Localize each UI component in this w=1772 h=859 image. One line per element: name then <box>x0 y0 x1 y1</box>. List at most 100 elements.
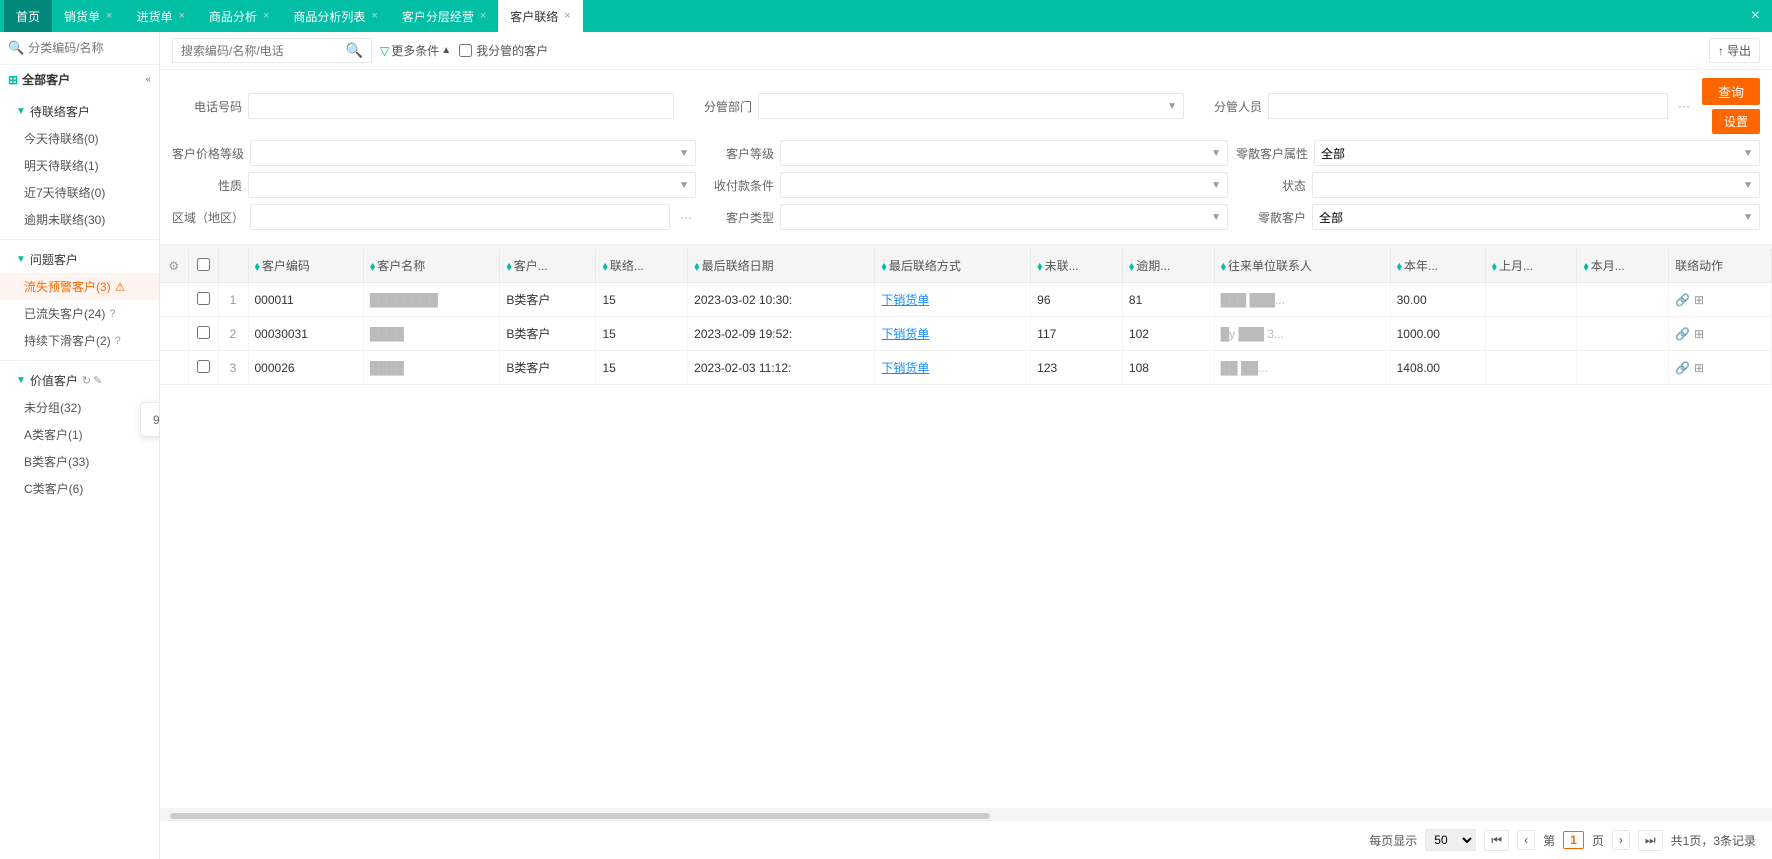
close-icon[interactable]: × <box>263 10 269 22</box>
col-last-month[interactable]: ⬧上月... <box>1485 249 1577 283</box>
filter-status-select[interactable]: ▼ <box>1312 172 1760 198</box>
row-checkbox[interactable] <box>197 326 210 339</box>
col-code[interactable]: ⬧客户编码 <box>248 249 363 283</box>
filter-scatter-attr-select[interactable]: 全部 ▼ <box>1314 140 1760 166</box>
action-link-icon[interactable]: 🔗 <box>1675 327 1690 341</box>
more-dots-icon[interactable]: ··· <box>676 210 696 224</box>
row-last-contact-way[interactable]: 下销货单 <box>875 283 1031 317</box>
more-dots-icon[interactable]: ··· <box>1674 99 1694 113</box>
filter-customer-type-select[interactable]: ▼ <box>780 204 1228 230</box>
sidebar-item-c-class[interactable]: C类客户(6) <box>0 475 159 502</box>
sidebar-item-7days[interactable]: 近7天待联络(0) <box>0 179 159 206</box>
col-overdue[interactable]: ⬧逾期... <box>1122 249 1214 283</box>
sidebar-group-pending[interactable]: ▼ 待联络客户 <box>0 98 159 125</box>
refresh-icon[interactable]: ↻ <box>82 374 91 387</box>
sidebar-group-problem[interactable]: ▼ 问题客户 <box>0 246 159 273</box>
last-contact-way-link[interactable]: 下销货单 <box>881 361 929 375</box>
close-icon[interactable]: × <box>564 10 570 22</box>
scroll-bar-thumb[interactable] <box>170 813 990 819</box>
row-overdue: 81 <box>1122 283 1214 317</box>
action-link-icon[interactable]: 🔗 <box>1675 361 1690 375</box>
select-all-checkbox[interactable] <box>197 258 210 271</box>
col-name[interactable]: ⬧客户名称 <box>363 249 500 283</box>
filter-dept-select[interactable]: ▼ <box>758 93 1184 119</box>
search-button[interactable]: 🔍 <box>346 42 363 59</box>
sidebar-root[interactable]: ⊞ 全部客户 « <box>0 65 159 94</box>
filter-region-select[interactable] <box>250 204 670 230</box>
sidebar-item-churned[interactable]: 已流失客户(24) ? <box>0 300 159 327</box>
sidebar-item-churn-warning[interactable]: 流失预警客户(3) ⚠ <box>0 273 159 300</box>
export-button[interactable]: ↑ 导出 <box>1709 38 1760 63</box>
row-last-contact-way[interactable]: 下销货单 <box>875 317 1031 351</box>
col-checkbox[interactable] <box>188 249 218 283</box>
nav-tab-analysis[interactable]: 商品分析 × <box>197 0 281 32</box>
collapse-icon[interactable]: « <box>145 74 151 85</box>
nav-tab-home[interactable]: 首页 <box>4 0 52 32</box>
col-last-contact-date[interactable]: ⬧最后联络日期 <box>688 249 875 283</box>
col-this-month[interactable]: ⬧本月... <box>1577 249 1669 283</box>
settings-button[interactable]: 设置 <box>1712 109 1760 134</box>
nav-tab-analysis-list[interactable]: 商品分析列表 × <box>281 0 389 32</box>
sidebar-item-ungroup[interactable]: 未分组(32) <box>0 394 159 421</box>
nav-tab-customer-tier[interactable]: 客户分层经营 × <box>390 0 498 32</box>
close-icon[interactable]: × <box>106 10 112 22</box>
next-page-button[interactable]: › <box>1612 830 1630 850</box>
table-row: 1 000011 ████████ B类客户 15 2023-03-02 10:… <box>160 283 1772 317</box>
close-icon[interactable]: × <box>371 10 377 22</box>
last-page-button[interactable]: ⏭ <box>1638 830 1663 851</box>
col-this-year[interactable]: ⬧本年... <box>1390 249 1485 283</box>
sidebar-group-value-label: 价值客户 <box>30 372 78 389</box>
col-last-contact-way[interactable]: ⬧最后联络方式 <box>875 249 1031 283</box>
sidebar-item-overdue[interactable]: 逾期未联络(30) <box>0 206 159 233</box>
sidebar-item-today[interactable]: 今天待联络(0) <box>0 125 159 152</box>
last-contact-way-link[interactable]: 下销货单 <box>881 327 929 341</box>
filter-customer-tier-select[interactable]: ▼ <box>780 140 1228 166</box>
sidebar-group-value[interactable]: ▼ 价值客户 ↻ ✎ <box>0 367 159 394</box>
action-grid-icon[interactable]: ⊞ <box>1694 361 1704 375</box>
filter-phone-input[interactable] <box>248 93 674 119</box>
row-checkbox-cell[interactable] <box>188 317 218 351</box>
row-checkbox[interactable] <box>197 360 210 373</box>
close-icon[interactable]: × <box>178 10 184 22</box>
col-contact[interactable]: ⬧联络... <box>596 249 688 283</box>
nav-tab-customer-contact[interactable]: 客户联络 × <box>498 0 582 32</box>
sidebar-item-b-class[interactable]: B类客户(33) <box>0 448 159 475</box>
filter-manager-select[interactable] <box>1268 93 1668 119</box>
nav-tab-sales[interactable]: 销货单 × <box>52 0 124 32</box>
action-link-icon[interactable]: 🔗 <box>1675 293 1690 307</box>
sidebar-item-tomorrow[interactable]: 明天待联络(1) <box>0 152 159 179</box>
col-no-contact[interactable]: ⬧未联... <box>1031 249 1123 283</box>
edit-icon[interactable]: ✎ <box>93 374 102 387</box>
first-page-button[interactable]: ⏮ <box>1484 830 1509 851</box>
close-all-button[interactable]: × <box>1743 7 1768 25</box>
col-settings[interactable]: ⚙ <box>160 249 188 283</box>
prev-page-button[interactable]: ‹ <box>1517 830 1535 850</box>
col-unit-contact[interactable]: ⬧往来单位联系人 <box>1214 249 1390 283</box>
row-checkbox-cell[interactable] <box>188 351 218 385</box>
more-conditions-button[interactable]: ▽ 更多条件 ▲ <box>380 42 451 59</box>
scroll-bar[interactable] <box>160 812 1772 820</box>
last-contact-way-link[interactable]: 下销货单 <box>881 293 929 307</box>
my-customers-checkbox-wrap[interactable]: 我分管的客户 <box>459 42 548 59</box>
filter-nature-select[interactable]: ▼ <box>248 172 696 198</box>
filter-price-tier-select[interactable]: ▼ <box>250 140 696 166</box>
sidebar-item-declining[interactable]: 持续下滑客户(2) ? <box>0 327 159 354</box>
sidebar-item-a-class[interactable]: A类客户(1) <box>0 421 159 448</box>
filter-price-tier-label: 客户价格等级 <box>172 145 244 162</box>
row-checkbox-cell[interactable] <box>188 283 218 317</box>
query-button[interactable]: 查询 <box>1702 78 1760 105</box>
sidebar-search-input[interactable] <box>28 41 151 55</box>
search-input[interactable] <box>181 44 346 58</box>
filter-payment-select[interactable]: ▼ <box>780 172 1228 198</box>
action-grid-icon[interactable]: ⊞ <box>1694 293 1704 307</box>
nav-tab-purchase[interactable]: 进货单 × <box>124 0 196 32</box>
my-customers-checkbox[interactable] <box>459 44 472 57</box>
filter-scatter-customer-select[interactable]: 全部 ▼ <box>1312 204 1760 230</box>
row-checkbox[interactable] <box>197 292 210 305</box>
col-type[interactable]: ⬧客户... <box>500 249 596 283</box>
row-actions: 🔗 ⊞ <box>1669 317 1772 351</box>
per-page-select[interactable]: 50 100 <box>1425 829 1476 851</box>
action-grid-icon[interactable]: ⊞ <box>1694 327 1704 341</box>
row-last-contact-way[interactable]: 下销货单 <box>875 351 1031 385</box>
close-icon[interactable]: × <box>480 10 486 22</box>
